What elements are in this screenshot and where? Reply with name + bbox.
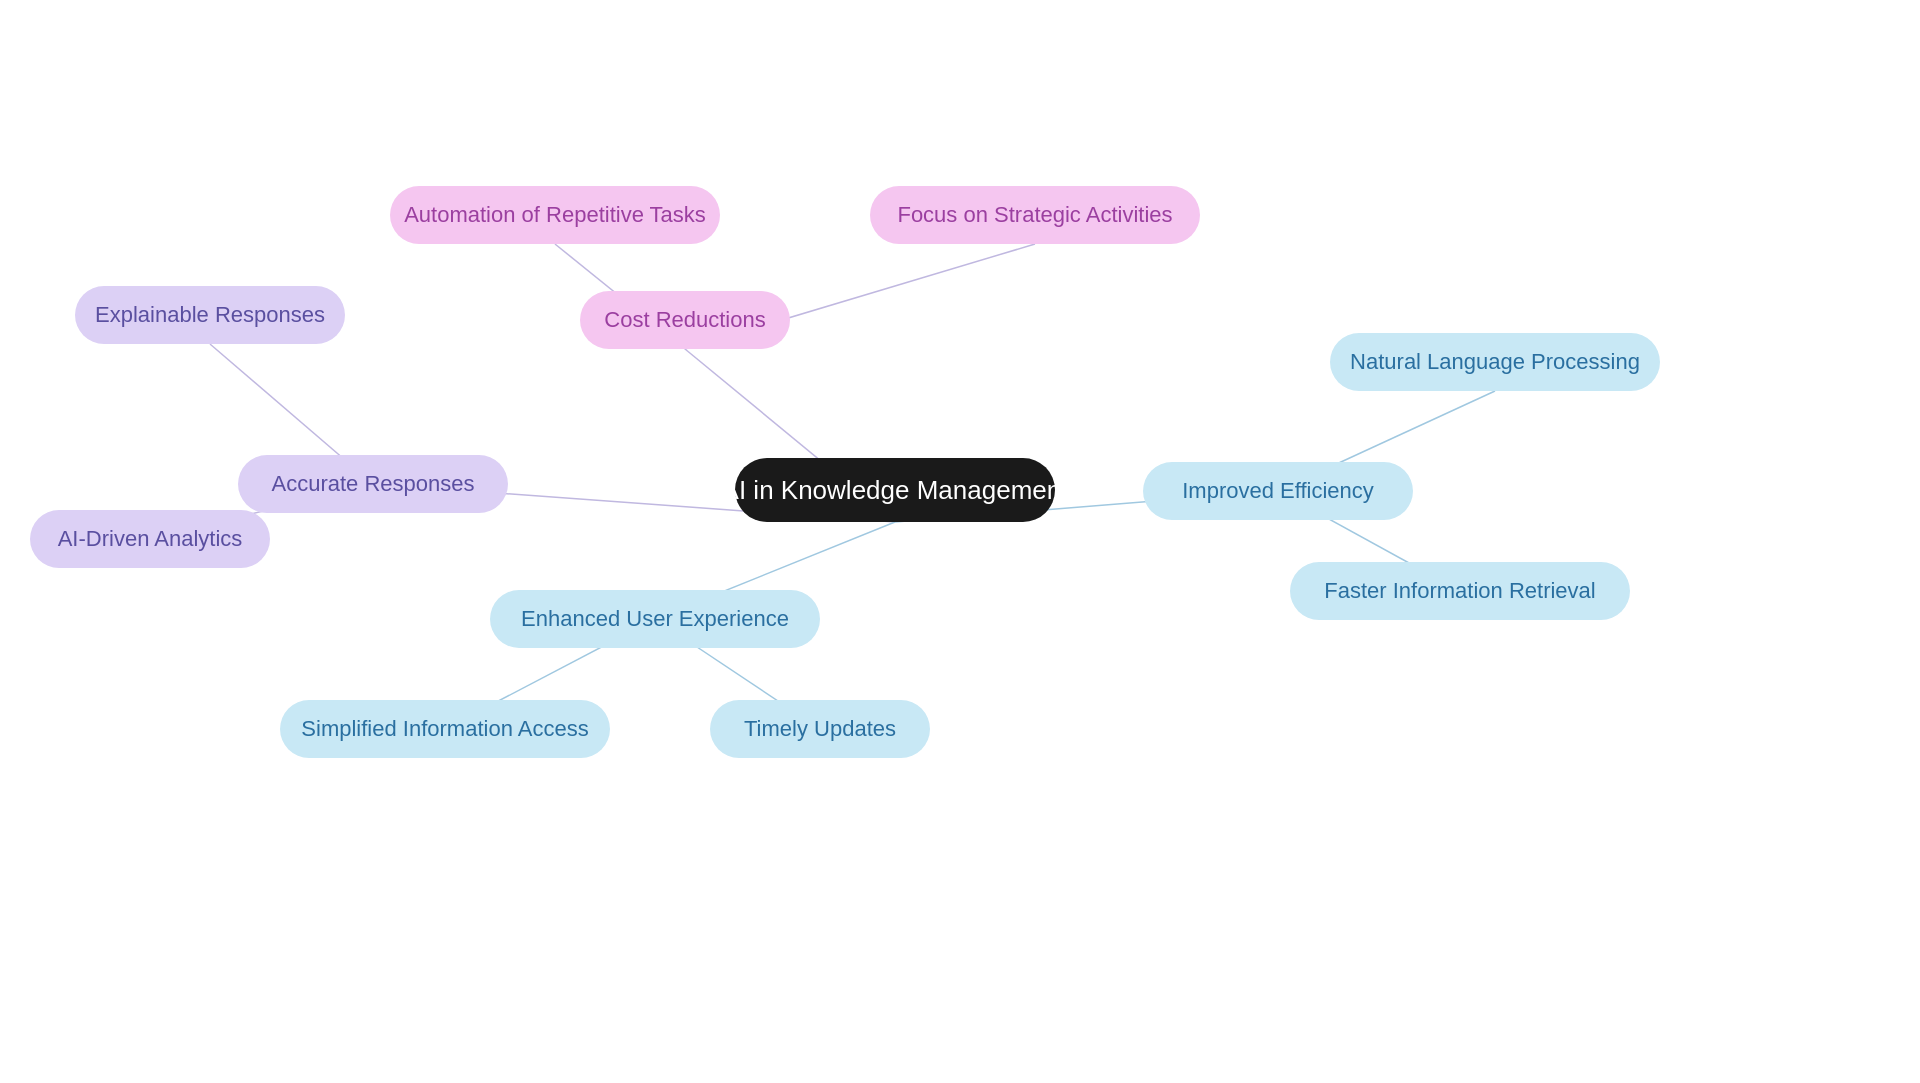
center-node: AI in Knowledge Management — [735, 458, 1055, 522]
ai-analytics-node: AI-Driven Analytics — [30, 510, 270, 568]
nlp-node: Natural Language Processing — [1330, 333, 1660, 391]
accurate-node: Accurate Responses — [238, 455, 508, 513]
enhanced-node: Enhanced User Experience — [490, 590, 820, 648]
focus-node: Focus on Strategic Activities — [870, 186, 1200, 244]
timely-node: Timely Updates — [710, 700, 930, 758]
improved-node: Improved Efficiency — [1143, 462, 1413, 520]
cost-node: Cost Reductions — [580, 291, 790, 349]
explainable-node: Explainable Responses — [75, 286, 345, 344]
automation-node: Automation of Repetitive Tasks — [390, 186, 720, 244]
simplified-node: Simplified Information Access — [280, 700, 610, 758]
faster-node: Faster Information Retrieval — [1290, 562, 1630, 620]
